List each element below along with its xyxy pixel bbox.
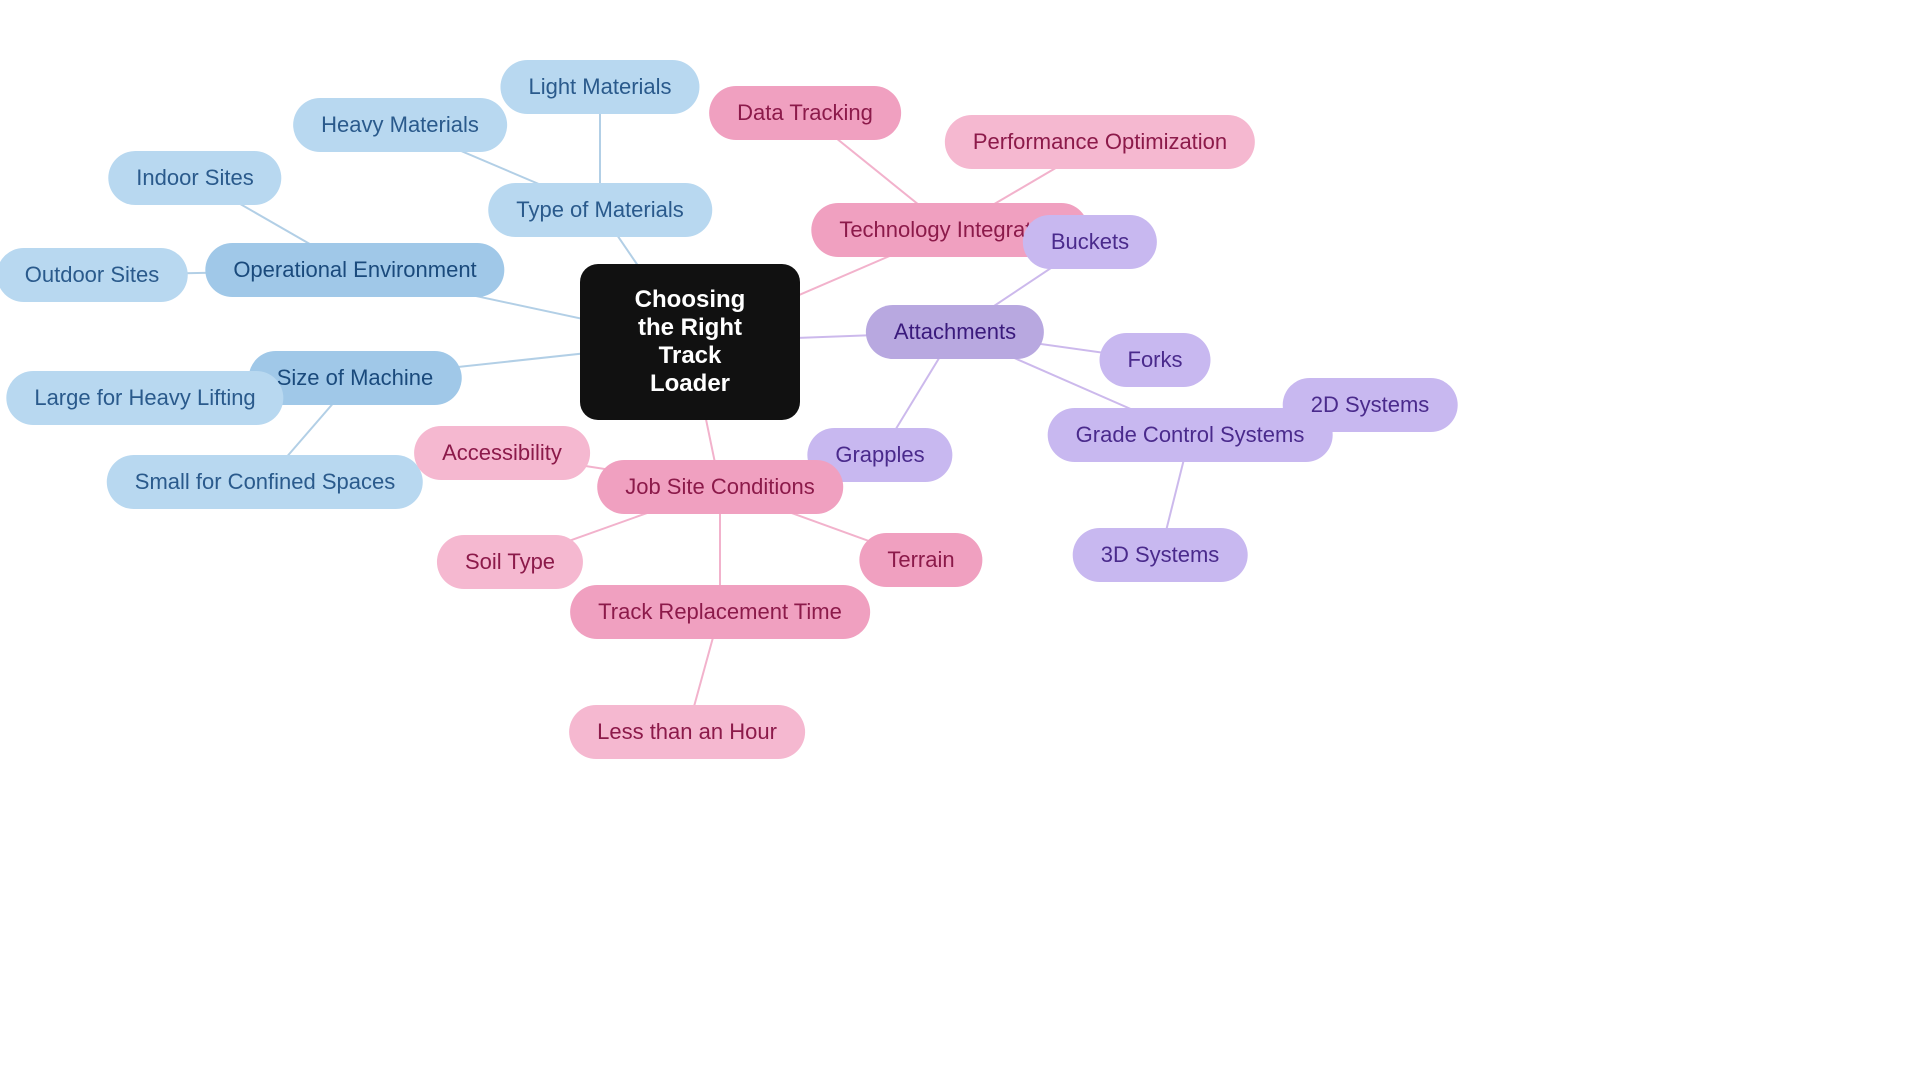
- node-forks[interactable]: Forks: [1100, 333, 1211, 387]
- node-heavy-materials[interactable]: Heavy Materials: [293, 98, 507, 152]
- node-3d-systems[interactable]: 3D Systems: [1073, 528, 1248, 582]
- node-accessibility[interactable]: Accessibility: [414, 426, 590, 480]
- node-terrain[interactable]: Terrain: [859, 533, 982, 587]
- node-buckets[interactable]: Buckets: [1023, 215, 1157, 269]
- node-perf-optimization[interactable]: Performance Optimization: [945, 115, 1255, 169]
- node-small-confined[interactable]: Small for Confined Spaces: [107, 455, 423, 509]
- node-operational-env[interactable]: Operational Environment: [205, 243, 504, 297]
- node-type-materials[interactable]: Type of Materials: [488, 183, 712, 237]
- node-track-replacement[interactable]: Track Replacement Time: [570, 585, 870, 639]
- mindmap-canvas: Choosing the Right Track Loader Operation…: [0, 0, 1920, 1083]
- node-soil-type[interactable]: Soil Type: [437, 535, 583, 589]
- node-indoor-sites[interactable]: Indoor Sites: [108, 151, 281, 205]
- node-data-tracking[interactable]: Data Tracking: [709, 86, 901, 140]
- node-job-site[interactable]: Job Site Conditions: [597, 460, 843, 514]
- node-2d-systems[interactable]: 2D Systems: [1283, 378, 1458, 432]
- node-large-heavy[interactable]: Large for Heavy Lifting: [6, 371, 283, 425]
- node-outdoor-sites[interactable]: Outdoor Sites: [0, 248, 187, 302]
- node-light-materials[interactable]: Light Materials: [500, 60, 699, 114]
- node-less-than-hour[interactable]: Less than an Hour: [569, 705, 805, 759]
- node-attachments[interactable]: Attachments: [866, 305, 1044, 359]
- node-center[interactable]: Choosing the Right Track Loader: [580, 264, 800, 420]
